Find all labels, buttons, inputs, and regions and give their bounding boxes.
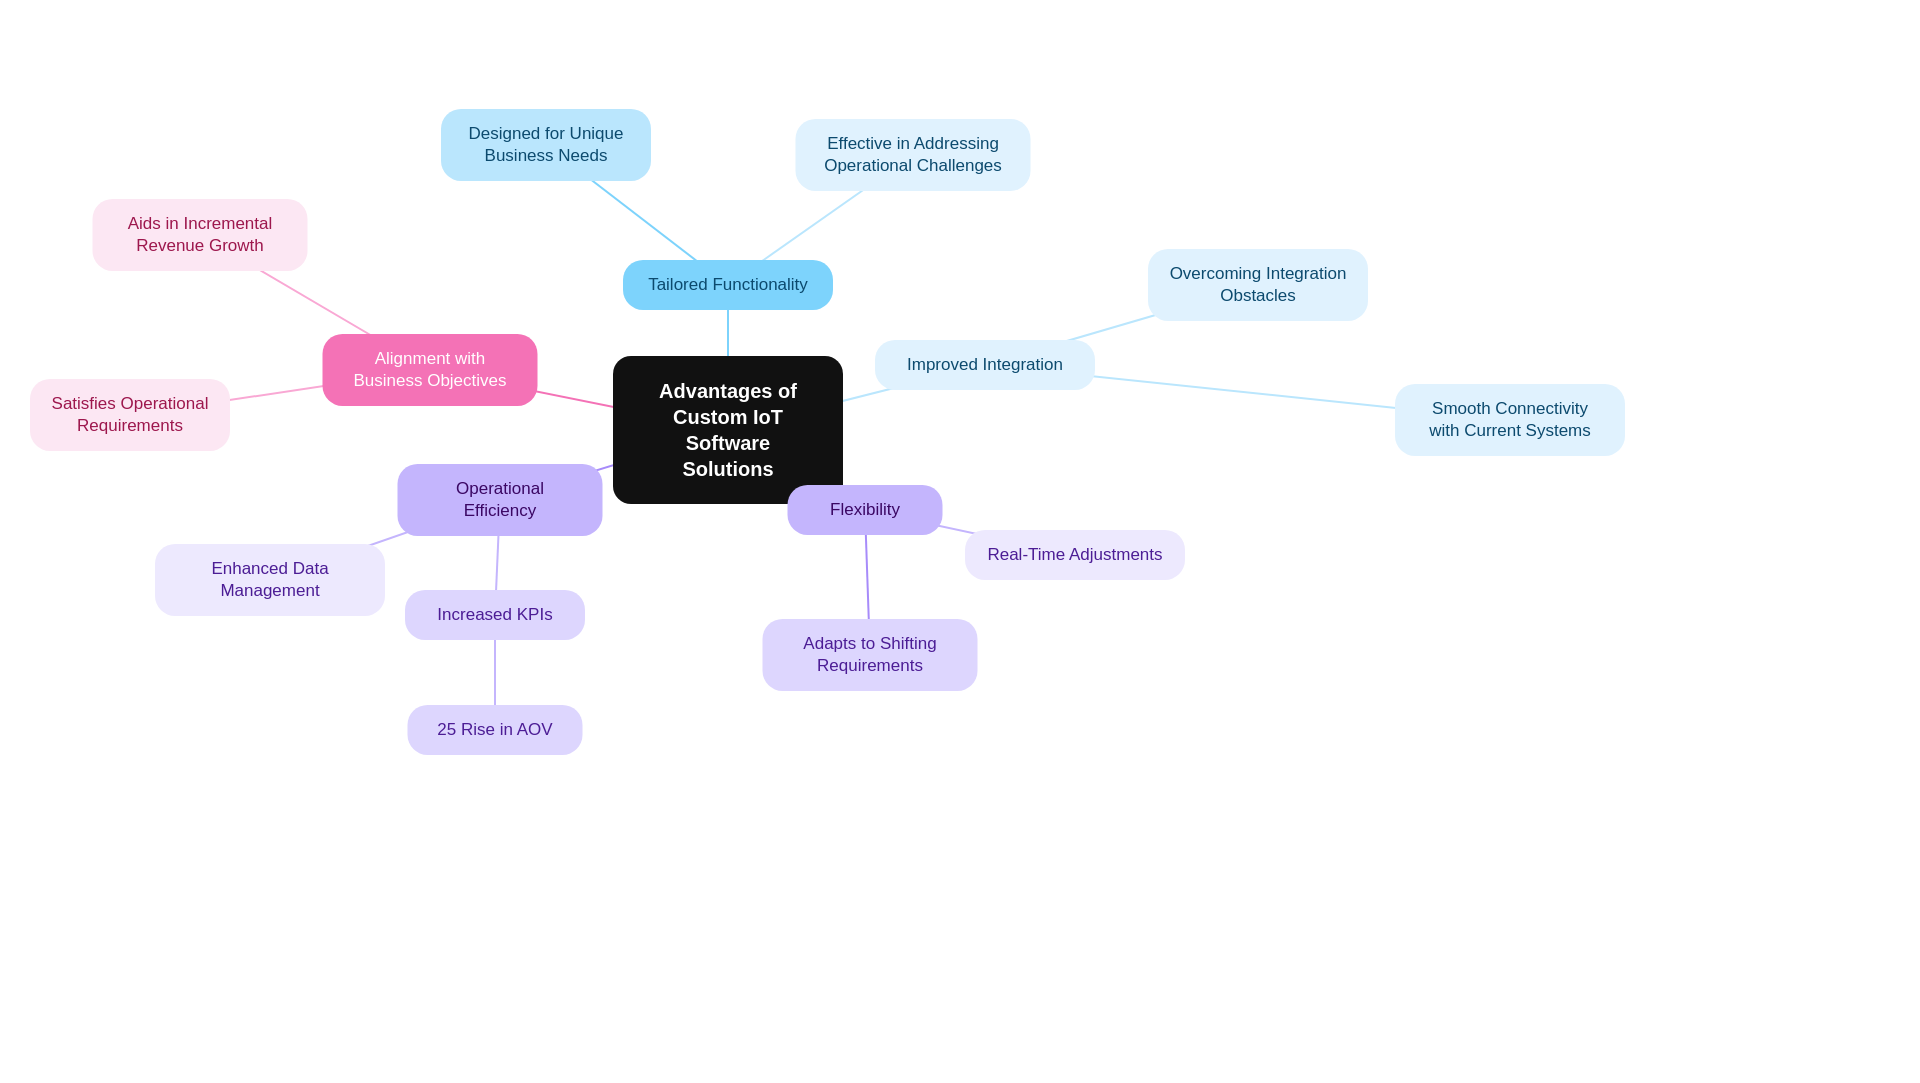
- node-center: Advantages of Custom IoT Software Soluti…: [613, 356, 843, 504]
- node-smooth_connectivity: Smooth Connectivity with Current Systems: [1395, 384, 1625, 456]
- node-designed: Designed for Unique Business Needs: [441, 109, 651, 181]
- node-enhanced_data: Enhanced Data Management: [155, 544, 385, 616]
- node-rise_aov: 25 Rise in AOV: [408, 705, 583, 755]
- node-satisfies: Satisfies Operational Requirements: [30, 379, 230, 451]
- node-increased_kpis: Increased KPIs: [405, 590, 585, 640]
- node-improved_integration: Improved Integration: [875, 340, 1095, 390]
- node-alignment: Alignment with Business Objectives: [323, 334, 538, 406]
- node-adapts: Adapts to Shifting Requirements: [763, 619, 978, 691]
- node-effective: Effective in Addressing Operational Chal…: [796, 119, 1031, 191]
- node-operational_efficiency: Operational Efficiency: [398, 464, 603, 536]
- mind-map: Advantages of Custom IoT Software Soluti…: [0, 0, 1920, 1083]
- node-real_time: Real-Time Adjustments: [965, 530, 1185, 580]
- node-aids: Aids in Incremental Revenue Growth: [93, 199, 308, 271]
- node-tailored_functionality: Tailored Functionality: [623, 260, 833, 310]
- node-flexibility: Flexibility: [788, 485, 943, 535]
- node-overcoming: Overcoming Integration Obstacles: [1148, 249, 1368, 321]
